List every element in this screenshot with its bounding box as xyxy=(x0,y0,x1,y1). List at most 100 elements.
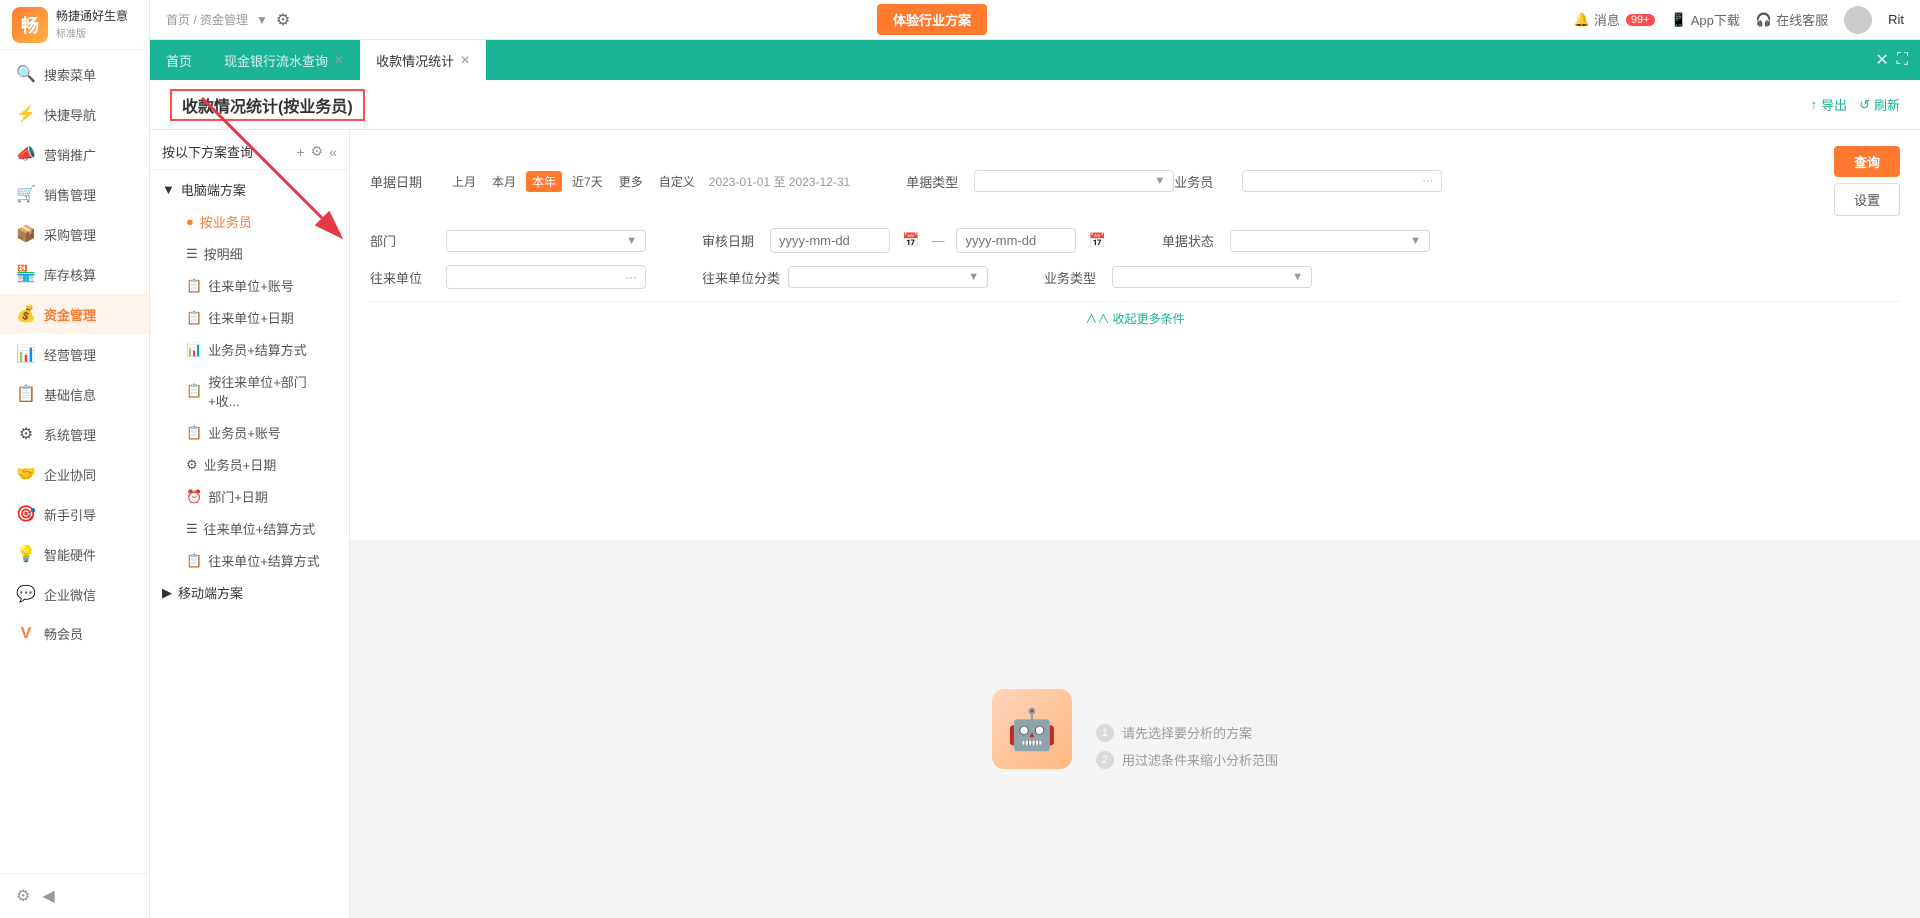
scheme-item-icon: ● xyxy=(186,214,194,229)
action-buttons: 查询 设置 xyxy=(1834,146,1900,216)
app-download-icon: 📱 xyxy=(1671,12,1687,28)
audit-date-label: 审核日期 xyxy=(702,231,762,250)
doc-status-select[interactable]: ▼ xyxy=(1230,230,1430,252)
scheme-item-partner-dept[interactable]: 📋 按往来单位+部门+收... xyxy=(174,366,345,416)
export-label: 导出 xyxy=(1821,95,1847,114)
scheme-item-salesperson-account[interactable]: 📋 业务员+账号 xyxy=(174,417,345,448)
export-button[interactable]: ↑ 导出 xyxy=(1811,95,1848,114)
app-name: 畅捷通好生意 xyxy=(56,9,128,25)
expand-bottom-icon[interactable]: ◀ xyxy=(42,886,54,906)
sidebar-item-enterprise[interactable]: 🤝 企业协同 xyxy=(0,454,149,494)
audit-date-end-input[interactable] xyxy=(956,228,1076,253)
tab-bank-flow[interactable]: 现金银行流水查询 ✕ xyxy=(208,40,360,80)
scheme-title: 按以下方案查询 xyxy=(162,142,253,161)
trial-button[interactable]: 体验行业方案 xyxy=(877,4,987,35)
scheme-group-desktop[interactable]: ▼ 电脑端方案 xyxy=(150,174,349,205)
sidebar-item-wechat[interactable]: 💬 企业微信 xyxy=(0,574,149,614)
date-btn-custom[interactable]: 自定义 xyxy=(653,171,701,192)
scheme-item-partner-settlement2[interactable]: 📋 往来单位+结算方式 xyxy=(174,545,345,576)
refresh-button[interactable]: ↺ 刷新 xyxy=(1859,95,1900,114)
audit-date-start-input[interactable] xyxy=(770,228,890,253)
header-settings-icon[interactable]: ⚙ xyxy=(276,10,290,30)
breadcrumb-dropdown-icon[interactable]: ▼ xyxy=(256,13,268,27)
scheme-item-salesperson-date[interactable]: ⚙ 业务员+日期 xyxy=(174,449,345,480)
date-btn-more[interactable]: 更多 xyxy=(613,171,649,192)
settings-bottom-icon[interactable]: ⚙ xyxy=(16,886,30,906)
salesperson-more-icon: ··· xyxy=(1422,175,1433,187)
calendar-icon-1[interactable]: 📅 xyxy=(902,232,919,249)
partner-label: 往来单位 xyxy=(370,268,430,287)
scheme-item-detail[interactable]: ☰ 按明细 xyxy=(174,238,345,269)
scheme-item-label: 业务员+账号 xyxy=(208,423,281,442)
sidebar-item-warehouse[interactable]: 🏪 库存核算 xyxy=(0,254,149,294)
sidebar-item-smart-hw[interactable]: 💡 智能硬件 xyxy=(0,534,149,574)
scheme-settings-icon[interactable]: ⚙ xyxy=(311,143,324,160)
scheme-item-icon: 📋 xyxy=(186,425,202,441)
scheme-item-by-salesperson[interactable]: ● 按业务员 xyxy=(174,206,345,237)
sidebar-item-sales[interactable]: 🛒 销售管理 xyxy=(0,174,149,214)
query-button[interactable]: 查询 xyxy=(1834,146,1900,177)
salesperson-select[interactable]: ··· xyxy=(1242,170,1442,192)
date-btn-this-year[interactable]: 本年 xyxy=(526,171,562,192)
user-avatar[interactable] xyxy=(1844,6,1872,34)
date-btn-this-month[interactable]: 本月 xyxy=(486,171,522,192)
online-service-button[interactable]: 🎧 在线客服 xyxy=(1756,10,1828,29)
sidebar-item-label: 智能硬件 xyxy=(44,545,96,564)
scheme-add-icon[interactable]: + xyxy=(296,144,304,160)
tab-collection-stat-close-icon[interactable]: ✕ xyxy=(460,53,470,67)
tab-close-all-icon[interactable]: ✕ xyxy=(1875,50,1888,70)
wechat-icon: 💬 xyxy=(16,584,36,604)
sidebar-item-system[interactable]: ⚙ 系统管理 xyxy=(0,414,149,454)
scheme-item-partner-date[interactable]: 📋 往来单位+日期 xyxy=(174,302,345,333)
sidebar-item-finance[interactable]: 💰 资金管理 xyxy=(0,294,149,334)
guide-icon: 🎯 xyxy=(16,504,36,524)
biz-type-select[interactable]: ▼ xyxy=(1112,266,1312,288)
sidebar-item-operations[interactable]: 📊 经营管理 xyxy=(0,334,149,374)
sidebar-item-label: 营销推广 xyxy=(44,145,96,164)
collapse-bar[interactable]: ∧∧ 收起更多条件 xyxy=(370,301,1900,335)
smart-hw-icon: 💡 xyxy=(16,544,36,564)
collapse-label: 收起更多条件 xyxy=(1113,312,1185,326)
sidebar-item-purchase[interactable]: 📦 采购管理 xyxy=(0,214,149,254)
scheme-item-icon: ☰ xyxy=(186,246,198,262)
scheme-item-dept-date[interactable]: ⏰ 部门+日期 xyxy=(174,481,345,512)
sidebar-item-search[interactable]: 🔍 搜索菜单 xyxy=(0,54,149,94)
settings-button[interactable]: 设置 xyxy=(1834,183,1900,216)
partner-cat-select[interactable]: ▼ xyxy=(788,266,988,288)
app-download-button[interactable]: 📱 App下载 xyxy=(1671,10,1740,29)
tab-home[interactable]: 首页 xyxy=(150,51,208,70)
messages-button[interactable]: 🔔 消息 99+ xyxy=(1574,10,1655,29)
tab-collection-stat[interactable]: 收款情况统计 ✕ xyxy=(360,40,486,80)
tab-maximize-icon[interactable]: ⛶ xyxy=(1897,51,1908,69)
tab-bank-flow-close-icon[interactable]: ✕ xyxy=(334,53,344,67)
group-expand-icon: ▼ xyxy=(162,182,175,197)
doc-type-select[interactable]: ▼ xyxy=(974,170,1174,192)
date-range-text: 2023-01-01 至 2023-12-31 xyxy=(709,173,850,190)
sidebar-item-guide[interactable]: 🎯 新手引导 xyxy=(0,494,149,534)
date-btn-last-month[interactable]: 上月 xyxy=(446,171,482,192)
dept-dropdown-icon: ▼ xyxy=(626,235,637,247)
scheme-item-partner-account[interactable]: 📋 往来单位+账号 xyxy=(174,270,345,301)
sidebar-item-member[interactable]: V 畅会员 xyxy=(0,614,149,653)
partner-select[interactable]: ··· xyxy=(446,265,646,289)
scheme-collapse-icon[interactable]: « xyxy=(329,144,337,160)
scheme-item-salesperson-settlement[interactable]: 📊 业务员+结算方式 xyxy=(174,334,345,365)
scheme-item-icon: ⚙ xyxy=(186,457,198,473)
top-header: 首页 / 资金管理 ▼ ⚙ 体验行业方案 🔔 消息 99+ 📱 App下载 🎧 … xyxy=(150,0,1920,40)
filter-panel: 单据日期 上月 本月 本年 近7天 更多 自定义 2023-01-01 至 20… xyxy=(350,130,1920,540)
sidebar-item-label: 畅会员 xyxy=(44,624,83,643)
sidebar-item-marketing[interactable]: 📣 营销推广 xyxy=(0,134,149,174)
finance-icon: 💰 xyxy=(16,304,36,324)
date-btn-last-7-days[interactable]: 近7天 xyxy=(566,171,609,192)
sidebar-item-basic[interactable]: 📋 基础信息 xyxy=(0,374,149,414)
scheme-group-mobile[interactable]: ▶ 移动端方案 xyxy=(150,577,349,608)
tip-text-2: 用过滤条件来缩小分析范围 xyxy=(1122,750,1278,769)
dept-select[interactable]: ▼ xyxy=(446,230,646,252)
group-label: 移动端方案 xyxy=(178,583,243,602)
calendar-icon-2[interactable]: 📅 xyxy=(1088,232,1105,249)
sidebar-item-quick-nav[interactable]: ⚡ 快捷导航 xyxy=(0,94,149,134)
enterprise-icon: 🤝 xyxy=(16,464,36,484)
scheme-item-icon: 📋 xyxy=(186,553,202,569)
scheme-item-partner-settlement1[interactable]: ☰ 往来单位+结算方式 xyxy=(174,513,345,544)
content-area: 按以下方案查询 + ⚙ « ▼ 电脑端方案 ● 按业务员 xyxy=(150,130,1920,918)
